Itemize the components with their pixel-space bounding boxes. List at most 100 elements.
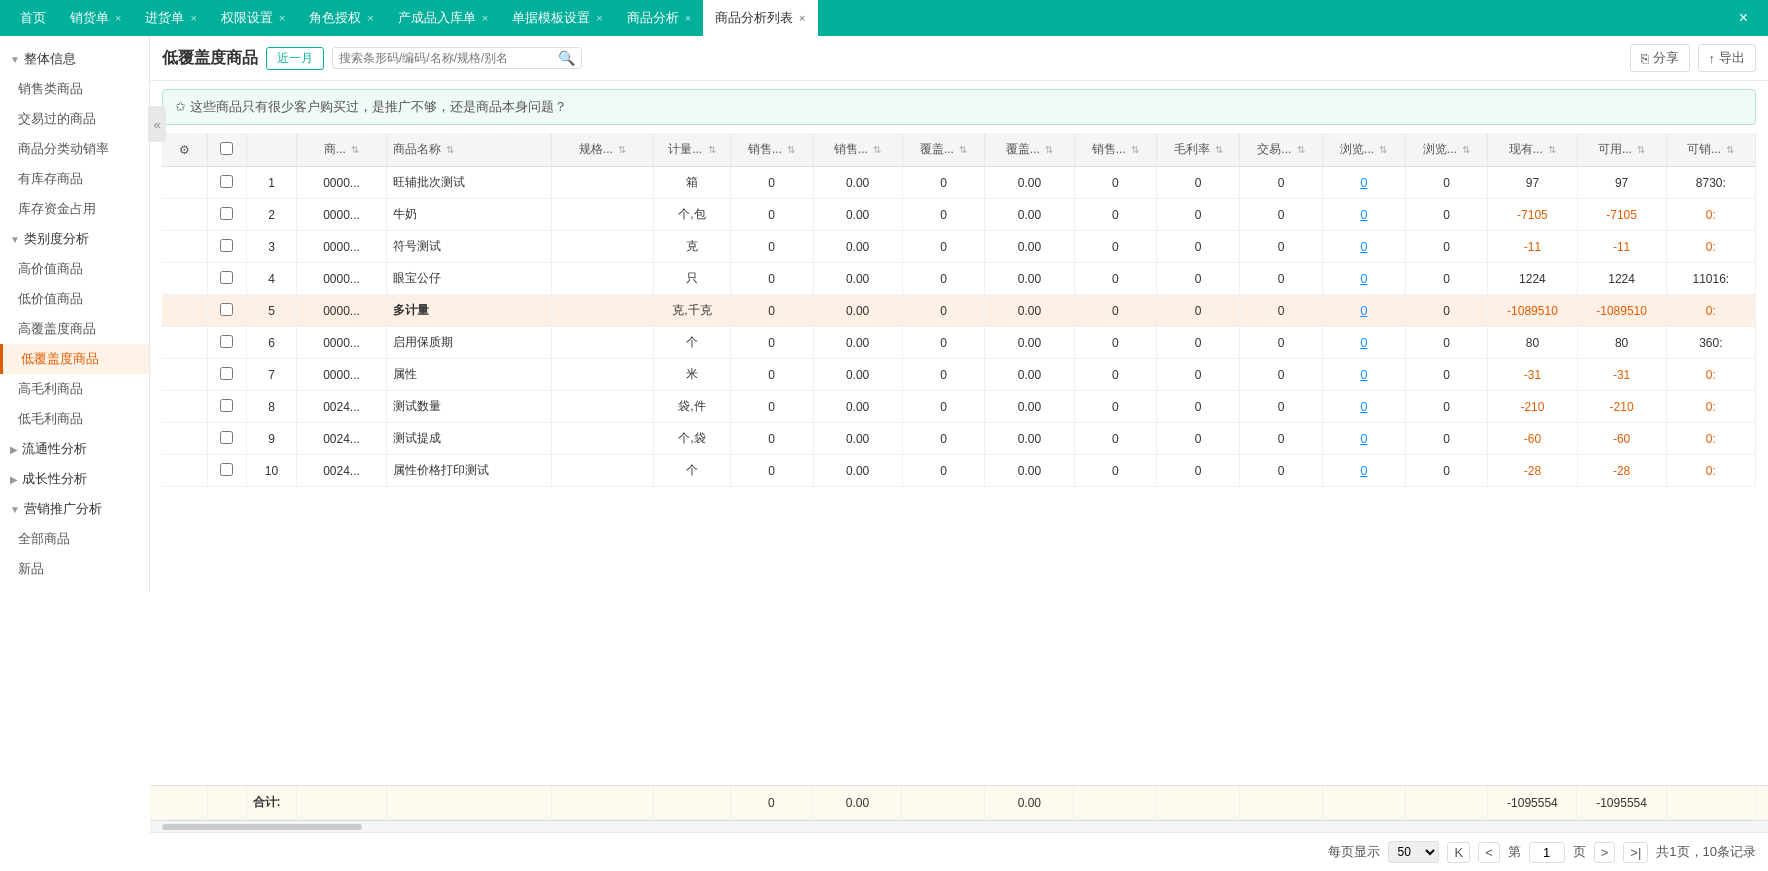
window-close-button[interactable]: × <box>1727 9 1760 27</box>
scrollbar-thumb[interactable] <box>162 824 362 830</box>
row-checkbox[interactable] <box>220 239 233 252</box>
row-checkbox[interactable] <box>220 271 233 284</box>
col-header-browse[interactable]: 浏览... ⇅ <box>1322 133 1405 167</box>
cell-checkbox[interactable] <box>208 423 246 455</box>
nav-item-goods-analysis[interactable]: 商品分析 × <box>615 0 703 36</box>
nav-close-permissions[interactable]: × <box>279 12 285 24</box>
first-page-button[interactable]: K <box>1447 842 1470 863</box>
sidebar-item-low-coverage[interactable]: 低覆盖度商品 <box>0 344 149 374</box>
nav-item-goods-analysis-list[interactable]: 商品分析列表 × <box>703 0 817 36</box>
col-header-browse2[interactable]: 浏览... ⇅ <box>1405 133 1488 167</box>
nav-item-roles[interactable]: 角色授权 × <box>297 0 385 36</box>
sidebar-section-marketing[interactable]: ▼ 营销推广分析 <box>0 494 149 524</box>
sidebar-item-low-gross[interactable]: 低毛利商品 <box>0 404 149 434</box>
sidebar-item-sales-goods[interactable]: 销售类商品 <box>0 74 149 104</box>
cell-browse[interactable]: 0 <box>1322 263 1405 295</box>
sidebar-item-category-rate[interactable]: 商品分类动销率 <box>0 134 149 164</box>
col-header-trans[interactable]: 交易... ⇅ <box>1240 133 1323 167</box>
prev-page-button[interactable]: < <box>1478 842 1500 863</box>
nav-close-template[interactable]: × <box>596 12 602 24</box>
cell-checkbox[interactable] <box>208 359 246 391</box>
sidebar-item-new-goods[interactable]: 新品 <box>0 554 149 584</box>
col-header-sales-days[interactable]: 销售... ⇅ <box>1074 133 1157 167</box>
page-size-select[interactable]: 50 100 200 <box>1388 841 1439 863</box>
sidebar-section-growth[interactable]: ▶ 成长性分析 <box>0 464 149 494</box>
cell-checkbox[interactable] <box>208 231 246 263</box>
cell-browse[interactable]: 0 <box>1322 455 1405 487</box>
col-header-spec[interactable]: 规格... ⇅ <box>552 133 654 167</box>
col-header-code[interactable]: 商... ⇅ <box>297 133 386 167</box>
sidebar-section-category[interactable]: ▼ 类别度分析 <box>0 224 149 254</box>
next-page-button[interactable]: > <box>1594 842 1616 863</box>
cell-checkbox[interactable] <box>208 295 246 327</box>
cell-browse[interactable]: 0 <box>1322 167 1405 199</box>
nav-item-product-inbound[interactable]: 产成品入库单 × <box>386 0 500 36</box>
sidebar-section-liquidity[interactable]: ▶ 流通性分析 <box>0 434 149 464</box>
col-header-avail[interactable]: 可用... ⇅ <box>1577 133 1666 167</box>
col-header-gross-rate[interactable]: 毛利率 ⇅ <box>1157 133 1240 167</box>
row-checkbox[interactable] <box>220 335 233 348</box>
page-number-input[interactable] <box>1529 842 1565 863</box>
cell-checkbox[interactable] <box>208 455 246 487</box>
sidebar-item-high-gross[interactable]: 高毛利商品 <box>0 374 149 404</box>
nav-close-product-inbound[interactable]: × <box>482 12 488 24</box>
cell-browse[interactable]: 0 <box>1322 423 1405 455</box>
col-header-cover-num[interactable]: 覆盖... ⇅ <box>902 133 985 167</box>
sidebar-item-high-coverage[interactable]: 高覆盖度商品 <box>0 314 149 344</box>
cell-browse[interactable]: 0 <box>1322 199 1405 231</box>
export-button[interactable]: ↑ 导出 <box>1698 44 1757 72</box>
sidebar-item-stock-capital[interactable]: 库存资金占用 <box>0 194 149 224</box>
sidebar-collapse-button[interactable]: « <box>148 106 166 142</box>
cell-browse[interactable]: 0 <box>1322 359 1405 391</box>
cell-browse[interactable]: 0 <box>1322 391 1405 423</box>
nav-item-permissions[interactable]: 权限设置 × <box>209 0 297 36</box>
search-icon[interactable]: 🔍 <box>558 50 575 66</box>
sidebar-item-low-value[interactable]: 低价值商品 <box>0 284 149 314</box>
nav-item-home[interactable]: 首页 <box>8 0 58 36</box>
row-checkbox[interactable] <box>220 463 233 476</box>
search-input[interactable] <box>339 51 558 65</box>
nav-close-purchase[interactable]: × <box>190 12 196 24</box>
sidebar-item-all-goods[interactable]: 全部商品 <box>0 524 149 554</box>
col-header-sales-amt[interactable]: 销售... ⇅ <box>813 133 902 167</box>
sidebar-item-high-value[interactable]: 高价值商品 <box>0 254 149 284</box>
sidebar-item-traded-goods[interactable]: 交易过的商品 <box>0 104 149 134</box>
col-header-sellable[interactable]: 可销... ⇅ <box>1666 133 1755 167</box>
row-checkbox[interactable] <box>220 431 233 444</box>
share-button[interactable]: ⎘ 分享 <box>1630 44 1690 72</box>
cell-checkbox[interactable] <box>208 327 246 359</box>
cell-checkbox[interactable] <box>208 263 246 295</box>
row-checkbox[interactable] <box>220 303 233 316</box>
cell-browse[interactable]: 0 <box>1322 231 1405 263</box>
col-header-name[interactable]: 商品名称 ⇅ <box>386 133 552 167</box>
col-header-checkbox[interactable] <box>208 133 246 167</box>
col-header-setting[interactable]: ⚙ <box>162 133 208 167</box>
select-all-checkbox[interactable] <box>220 142 233 155</box>
col-header-unit[interactable]: 计量... ⇅ <box>653 133 730 167</box>
cell-browse[interactable]: 0 <box>1322 327 1405 359</box>
nav-item-sales[interactable]: 销货单 × <box>58 0 133 36</box>
nav-close-roles[interactable]: × <box>367 12 373 24</box>
cell-checkbox[interactable] <box>208 199 246 231</box>
row-checkbox[interactable] <box>220 175 233 188</box>
row-checkbox[interactable] <box>220 399 233 412</box>
cell-setting <box>162 167 208 199</box>
nav-close-goods-analysis-list[interactable]: × <box>799 12 805 24</box>
cell-checkbox[interactable] <box>208 391 246 423</box>
col-header-cover-rate[interactable]: 覆盖... ⇅ <box>985 133 1074 167</box>
col-header-sales-num[interactable]: 销售... ⇅ <box>730 133 813 167</box>
nav-item-template[interactable]: 单据模板设置 × <box>500 0 614 36</box>
last-page-button[interactable]: >| <box>1623 842 1648 863</box>
nav-close-goods-analysis[interactable]: × <box>685 12 691 24</box>
nav-item-purchase[interactable]: 进货单 × <box>133 0 208 36</box>
horizontal-scrollbar[interactable] <box>150 820 1768 832</box>
sidebar-section-overview[interactable]: ▼ 整体信息 <box>0 44 149 74</box>
cell-browse[interactable]: 0 <box>1322 295 1405 327</box>
time-filter-button[interactable]: 近一月 <box>266 47 324 70</box>
row-checkbox[interactable] <box>220 367 233 380</box>
col-header-current[interactable]: 现有... ⇅ <box>1488 133 1577 167</box>
nav-close-sales[interactable]: × <box>115 12 121 24</box>
row-checkbox[interactable] <box>220 207 233 220</box>
cell-checkbox[interactable] <box>208 167 246 199</box>
sidebar-item-in-stock[interactable]: 有库存商品 <box>0 164 149 194</box>
